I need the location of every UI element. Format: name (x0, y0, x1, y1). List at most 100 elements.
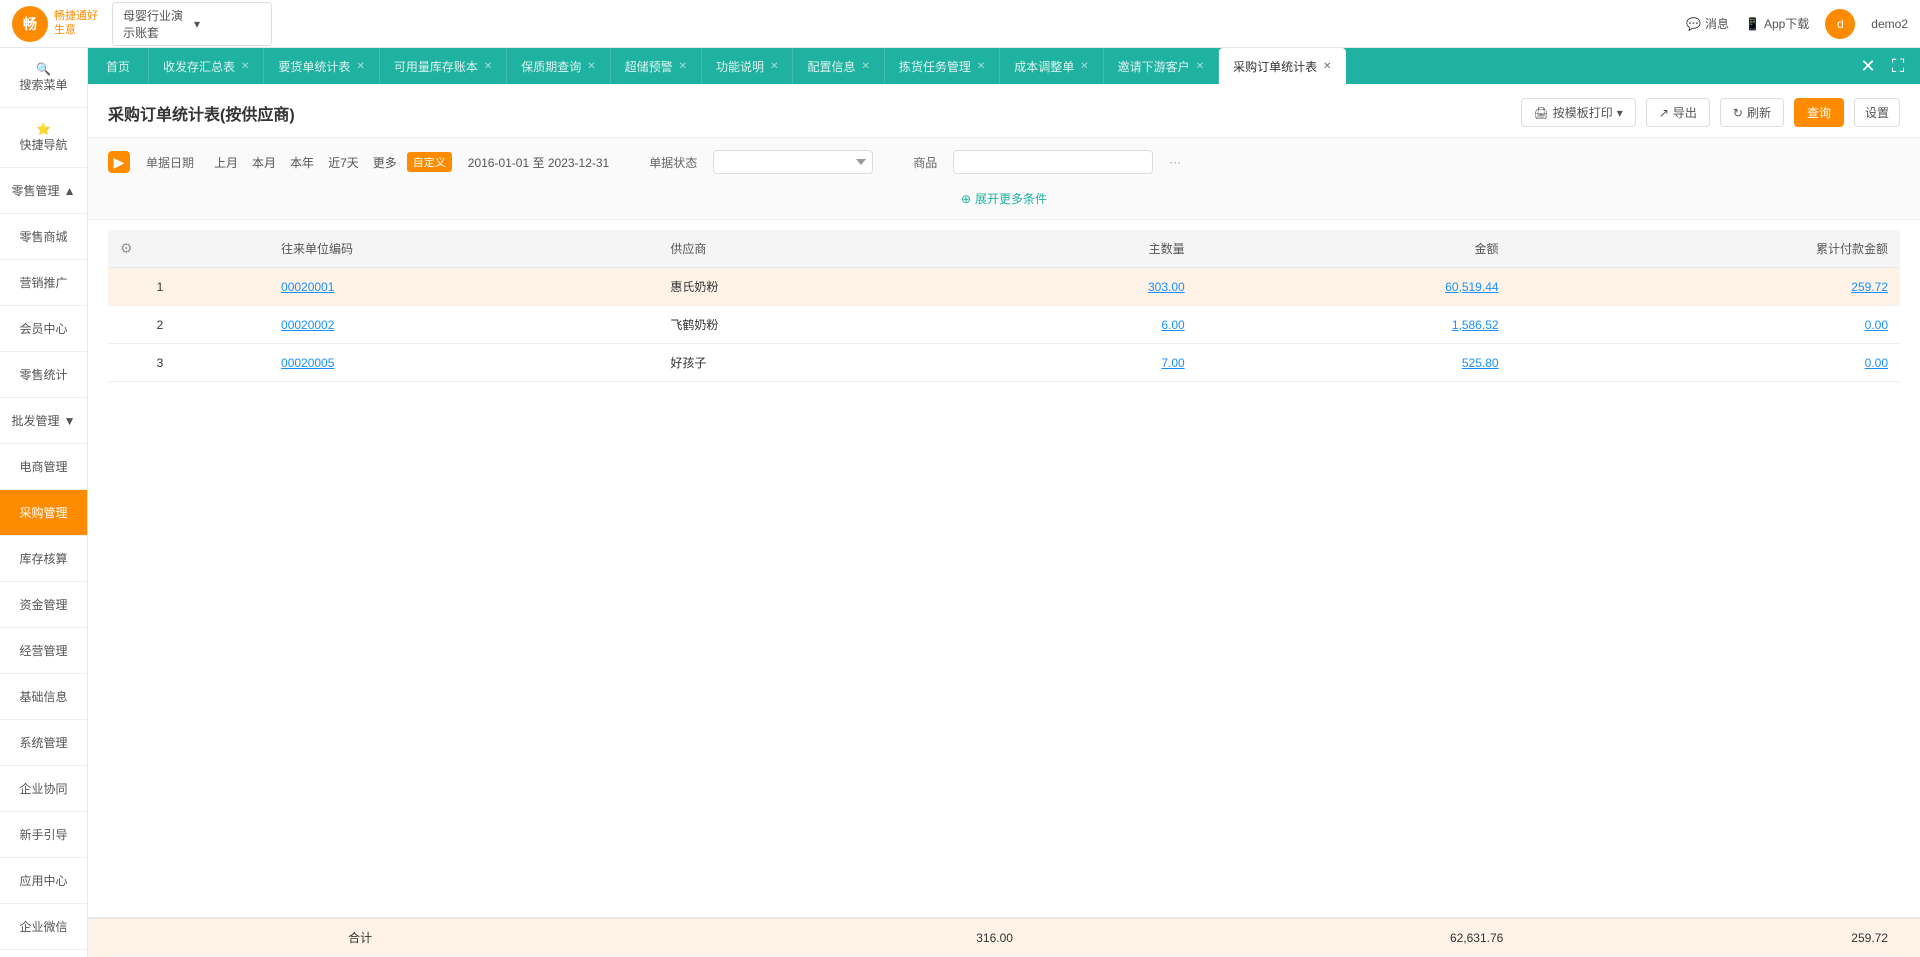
tab-expiry-close[interactable]: ✕ (587, 61, 595, 72)
row3-settings (108, 344, 145, 382)
status-filter-select[interactable] (713, 150, 873, 174)
tab-collect[interactable]: 收发存汇总表 ✕ (149, 48, 264, 84)
table-header-row: ⚙ 往来单位编码 供应商 主数量 金额 累计付款金额 (108, 230, 1900, 268)
row1-supplier-name: 惠氏奶粉 (658, 268, 950, 306)
sidebar-item-retailstat[interactable]: 零售统计 (0, 352, 87, 398)
row3-code-link[interactable]: 00020005 (281, 356, 334, 370)
tab-manual-close[interactable]: ✕ (770, 61, 778, 72)
tab-picktask[interactable]: 拣货任务管理 ✕ (885, 48, 1000, 84)
tab-invite-close[interactable]: ✕ (1196, 61, 1204, 72)
sidebar-item-newguide[interactable]: 新手引导 (0, 812, 87, 858)
tab-available[interactable]: 可用量库存账本 ✕ (380, 48, 507, 84)
row1-qty-link[interactable]: 303.00 (1148, 280, 1185, 294)
row2-paid-link[interactable]: 0.00 (1865, 318, 1888, 332)
tab-manual[interactable]: 功能说明 ✕ (702, 48, 793, 84)
row1-paid-link[interactable]: 259.72 (1851, 280, 1888, 294)
sidebar-item-search[interactable]: 🔍 搜索菜单 (0, 48, 87, 108)
row3-paid-link[interactable]: 0.00 (1865, 356, 1888, 370)
settings-button[interactable]: 设置 (1854, 98, 1900, 127)
goods-filter-label: 商品 (913, 154, 937, 171)
query-button[interactable]: 查询 (1794, 98, 1844, 127)
sidebar-item-marketing[interactable]: 营销推广 (0, 260, 87, 306)
sidebar-item-wechat[interactable]: 企业微信 (0, 904, 87, 950)
row2-amount-link[interactable]: 1,586.52 (1452, 318, 1499, 332)
sidebar-item-system[interactable]: 系统管理 (0, 720, 87, 766)
filter-area: ▶ 单据日期 上月 本月 本年 近7天 更多 自定义 2016-01-01 至 … (88, 138, 1920, 220)
expand-tabs-icon[interactable]: ⛶ (1884, 52, 1912, 80)
sidebar-item-purchase[interactable]: 采购管理 (0, 490, 87, 536)
footer-amount: 62,631.76 (1025, 919, 1515, 957)
refresh-icon: ↻ (1733, 106, 1743, 120)
logo-text: 畅捷通好生意 (54, 10, 100, 36)
row3-supplier-code: 00020005 (269, 344, 658, 382)
tab-invite[interactable]: 邀请下游客户 ✕ (1104, 48, 1219, 84)
sidebar-item-inventory[interactable]: 库存核算 (0, 536, 87, 582)
column-settings-icon[interactable]: ⚙ (120, 240, 133, 256)
tab-available-close[interactable]: ✕ (484, 61, 492, 72)
user-avatar[interactable]: d (1825, 9, 1855, 39)
row1-quantity: 303.00 (950, 268, 1196, 306)
print-button[interactable]: 🖨 按模板打印 ▾ (1521, 98, 1636, 127)
sidebar-label-operation: 经营管理 (8, 642, 79, 659)
refresh-button[interactable]: ↻ 刷新 (1720, 98, 1784, 127)
sidebar-item-finance[interactable]: 资金管理 (0, 582, 87, 628)
tab-purchasestat-label: 采购订单统计表 (1233, 58, 1317, 75)
sidebar-item-retail[interactable]: 零售管理 ▲ (0, 168, 87, 214)
row2-qty-link[interactable]: 6.00 (1161, 318, 1184, 332)
workspace-selector[interactable]: 母婴行业演示账套 ▾ (112, 2, 272, 46)
row1-amount-link[interactable]: 60,519.44 (1445, 280, 1498, 294)
tab-overstock-close[interactable]: ✕ (679, 61, 687, 72)
tab-home[interactable]: 首页 (88, 48, 149, 84)
filter-toggle-button[interactable]: ▶ (108, 151, 130, 173)
app-download-button[interactable]: 📱 App下载 (1745, 15, 1809, 32)
sidebar-label-retailmall: 零售商城 (8, 228, 79, 245)
goods-more-icon[interactable]: ··· (1169, 155, 1181, 169)
page-header: 采购订单统计表(按供应商) 🖨 按模板打印 ▾ ↗ 导出 ↻ 刷新 (88, 84, 1920, 138)
sidebar-item-member[interactable]: 会员中心 (0, 306, 87, 352)
sidebar-item-quicknav[interactable]: ⭐ 快捷导航 (0, 108, 87, 168)
sidebar-item-appcenter[interactable]: 应用中心 (0, 858, 87, 904)
expand-filter-button[interactable]: ⊕ 展开更多条件 (961, 190, 1047, 207)
tab-expiry-label: 保质期查询 (521, 58, 581, 75)
tab-purchasestat-close[interactable]: ✕ (1323, 61, 1331, 72)
tab-overstock-label: 超储预警 (625, 58, 673, 75)
col-supplier-name: 供应商 (658, 230, 950, 268)
tab-requisition-close[interactable]: ✕ (356, 61, 364, 72)
custom-date-badge[interactable]: 自定义 (407, 152, 452, 172)
sidebar-item-enterprise[interactable]: 企业协同 (0, 766, 87, 812)
sidebar-item-retailmall[interactable]: 零售商城 (0, 214, 87, 260)
tab-costadjust-close[interactable]: ✕ (1080, 61, 1088, 72)
sidebar-item-ecommerce[interactable]: 电商管理 (0, 444, 87, 490)
row3-qty-link[interactable]: 7.00 (1161, 356, 1184, 370)
tab-picktask-close[interactable]: ✕ (977, 61, 985, 72)
tab-purchasestat[interactable]: 采购订单统计表 ✕ (1219, 48, 1346, 84)
messages-button[interactable]: 💬 消息 (1686, 15, 1729, 32)
table-row: 2 00020002 飞鹤奶粉 6.00 1,586.52 (108, 306, 1900, 344)
tab-collect-label: 收发存汇总表 (163, 58, 235, 75)
tab-expiry[interactable]: 保质期查询 ✕ (507, 48, 610, 84)
shortcut-this-year[interactable]: 本年 (286, 152, 318, 173)
row2-code-link[interactable]: 00020002 (281, 318, 334, 332)
goods-filter-input[interactable] (953, 150, 1153, 174)
tab-requisition[interactable]: 要货单统计表 ✕ (264, 48, 379, 84)
sidebar-item-wholesale[interactable]: 批发管理 ▼ (0, 398, 87, 444)
tab-config[interactable]: 配置信息 ✕ (793, 48, 884, 84)
shortcut-7days[interactable]: 近7天 (324, 152, 363, 173)
export-button[interactable]: ↗ 导出 (1646, 98, 1710, 127)
shortcut-this-month[interactable]: 本月 (248, 152, 280, 173)
tab-costadjust[interactable]: 成本调整单 ✕ (1000, 48, 1103, 84)
tab-config-close[interactable]: ✕ (861, 61, 869, 72)
compass-icon: ⭐ (8, 122, 79, 136)
row2-amount: 1,586.52 (1197, 306, 1511, 344)
shortcut-last-month[interactable]: 上月 (210, 152, 242, 173)
tab-overstock[interactable]: 超储预警 ✕ (611, 48, 702, 84)
row1-code-link[interactable]: 00020001 (281, 280, 334, 294)
tab-collect-close[interactable]: ✕ (241, 61, 249, 72)
close-tab-icon[interactable]: ✕ (1854, 52, 1882, 80)
sidebar-item-vip[interactable]: 畅会员 (0, 950, 87, 957)
user-name[interactable]: demo2 (1871, 17, 1908, 31)
sidebar-item-basic[interactable]: 基础信息 (0, 674, 87, 720)
row3-amount-link[interactable]: 525.80 (1462, 356, 1499, 370)
sidebar-item-operation[interactable]: 经营管理 (0, 628, 87, 674)
shortcut-more[interactable]: 更多 (369, 152, 401, 173)
